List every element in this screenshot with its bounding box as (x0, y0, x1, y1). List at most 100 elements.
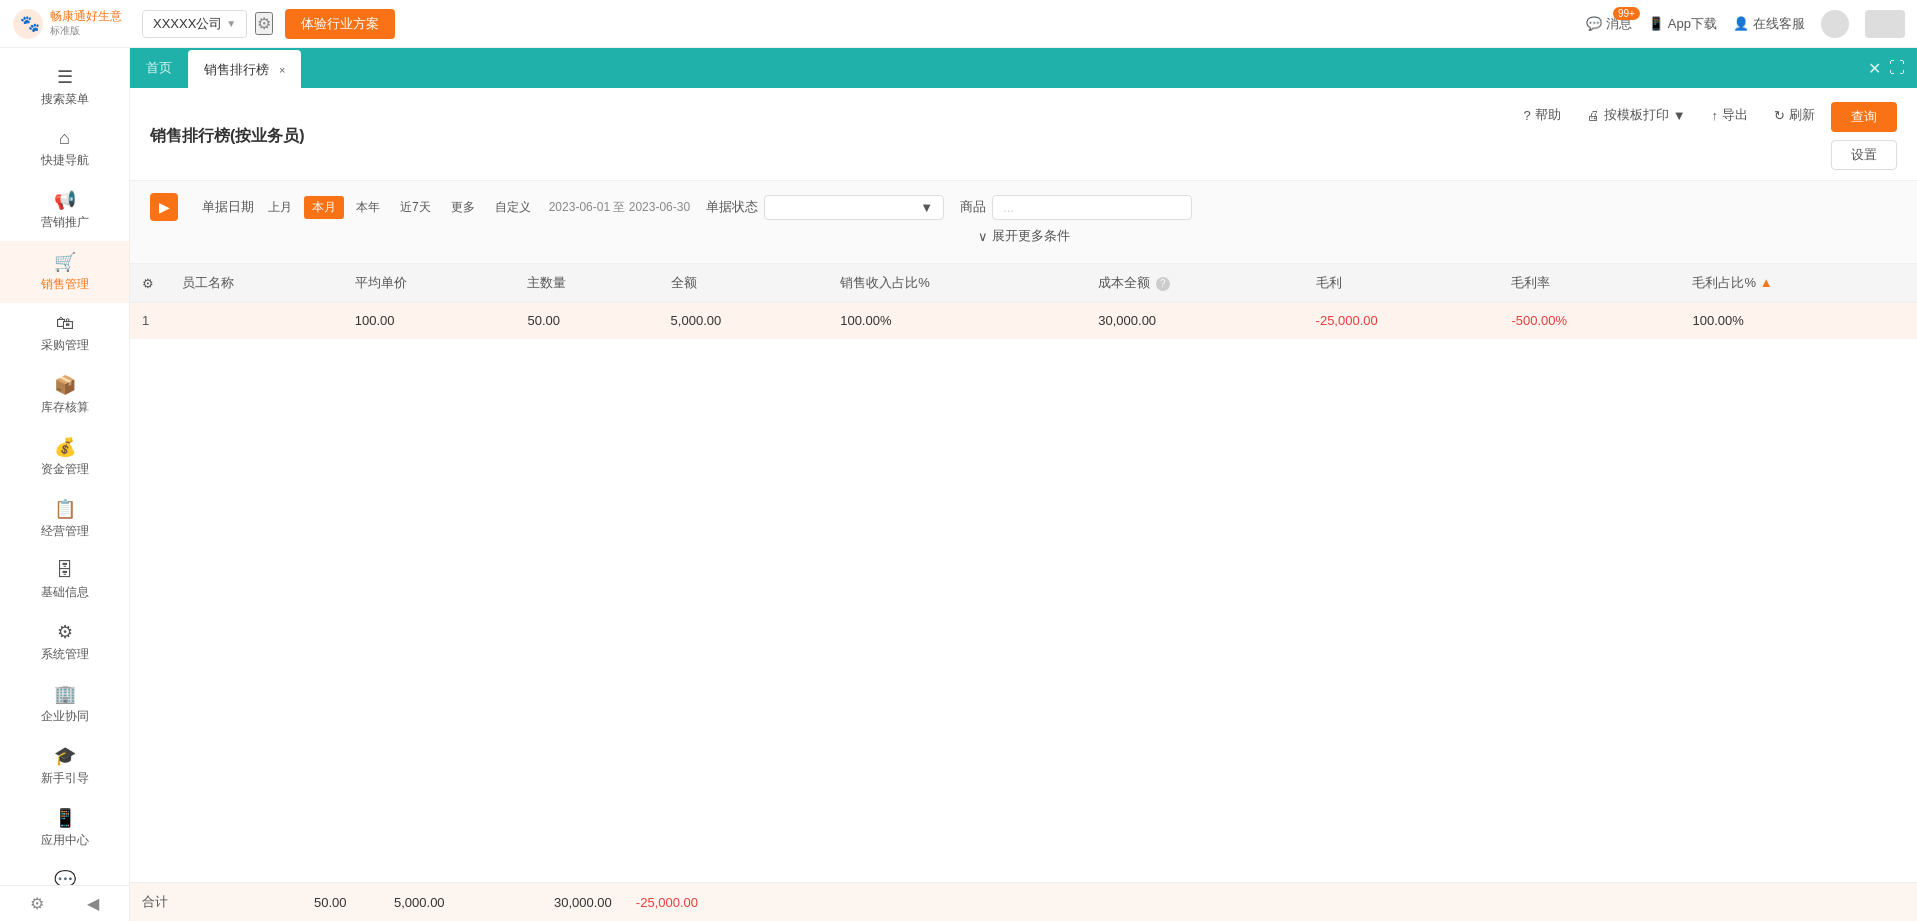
sidebar-label-purchase: 采购管理 (41, 337, 89, 354)
cell-rank: 1 (130, 303, 170, 339)
sidebar-item-marketing[interactable]: 📢 营销推广 (0, 179, 129, 241)
date-tab-last-7[interactable]: 近7天 (392, 196, 439, 219)
export-btn[interactable]: ↑ 导出 (1704, 102, 1757, 128)
sidebar-label-inventory: 库存核算 (41, 399, 89, 416)
sidebar-item-app-center[interactable]: 📱 应用中心 (0, 797, 129, 859)
status-filter: 单据状态 ▼ (706, 195, 944, 220)
sidebar-item-purchase[interactable]: 🛍 采购管理 (0, 303, 129, 364)
avatar[interactable] (1821, 10, 1849, 38)
data-table: ⚙ 员工名称 平均单价 主数量 (130, 264, 1917, 339)
expand-conditions-btn[interactable]: ∨ 展开更多条件 (978, 227, 1070, 245)
status-select[interactable]: ▼ (764, 195, 944, 220)
table-header-row: ⚙ 员工名称 平均单价 主数量 (130, 264, 1917, 303)
export-icon: ↑ (1712, 108, 1719, 123)
sidebar-footer: ⚙ ◀ (0, 885, 129, 921)
tab-close-all-btn[interactable]: ✕ (1868, 59, 1881, 78)
cell-avg-price: 100.00 (343, 303, 516, 339)
tab-home[interactable]: 首页 (130, 48, 188, 88)
col-gross-pct: 毛利占比% ▲ (1680, 264, 1917, 303)
date-label: 单据日期 (202, 198, 254, 216)
system-icon: ⚙ (57, 621, 73, 643)
goods-filter: 商品 ... (960, 195, 1192, 220)
cell-sales-pct: 100.00% (828, 303, 1086, 339)
logo-text: 畅康通好生意 (50, 9, 122, 25)
col-qty: 主数量 (515, 264, 658, 303)
expand-arrow-icon: ∨ (978, 229, 988, 244)
table-area: ⚙ 员工名称 平均单价 主数量 (130, 264, 1917, 882)
col-sales-pct: 销售收入占比% (828, 264, 1086, 303)
quick-nav-icon: ⌂ (59, 128, 70, 149)
column-settings-icon[interactable]: ⚙ (142, 276, 154, 291)
messages-btn[interactable]: 💬 消息 99+ (1586, 15, 1632, 33)
company-selector[interactable]: XXXXX公司 ▼ (142, 10, 247, 38)
date-tab-custom[interactable]: 自定义 (487, 196, 539, 219)
page-title: 销售排行榜(按业务员) (150, 126, 305, 147)
sidebar-item-quick-nav[interactable]: ⌂ 快捷导航 (0, 118, 129, 179)
cell-qty: 50.00 (515, 303, 658, 339)
user-name-area (1865, 10, 1905, 38)
sidebar-label-base-info: 基础信息 (41, 584, 89, 601)
cell-gross-pct: 100.00% (1680, 303, 1917, 339)
sidebar-collapse-btn[interactable]: ◀ (87, 894, 99, 913)
col-settings[interactable]: ⚙ (130, 264, 170, 303)
expand-btn-label: 展开更多条件 (992, 227, 1070, 245)
date-tab-last-month[interactable]: 上月 (260, 196, 300, 219)
page-content: 销售排行榜(按业务员) ? 帮助 🖨 按模板打印 ▼ (130, 88, 1917, 921)
sidebar-label-app-center: 应用中心 (41, 832, 89, 849)
sidebar-label-search-orders: 搜索菜单 (41, 91, 89, 108)
sidebar-item-guide[interactable]: 🎓 新手引导 (0, 735, 129, 797)
sidebar-label-operations: 经营管理 (41, 523, 89, 540)
sidebar-item-enterprise[interactable]: 🏢 企业协同 (0, 673, 129, 735)
company-settings-btn[interactable]: ⚙ (255, 12, 273, 35)
app-icon: 📱 (1648, 16, 1664, 31)
app-download-label: App下载 (1668, 15, 1717, 33)
sidebar-item-operations[interactable]: 📋 经营管理 (0, 488, 129, 550)
tab-bar: 首页 销售排行榜 × ✕ ⛶ (130, 48, 1917, 88)
sidebar-label-system: 系统管理 (41, 646, 89, 663)
company-name: XXXXX公司 (153, 15, 222, 33)
sidebar-item-search-orders[interactable]: ☰ 搜索菜单 (0, 56, 129, 118)
sidebar-label-marketing: 营销推广 (41, 214, 89, 231)
date-tab-this-year[interactable]: 本年 (348, 196, 388, 219)
app-download-btn[interactable]: 📱 App下载 (1648, 15, 1717, 33)
settings-btn[interactable]: 设置 (1831, 140, 1897, 170)
search-orders-icon: ☰ (57, 66, 73, 88)
messages-badge: 99+ (1613, 7, 1640, 20)
help-btn[interactable]: ? 帮助 (1515, 102, 1568, 128)
sidebar-item-sales[interactable]: 🛒 销售管理 (0, 241, 129, 303)
gross-pct-sort-icon[interactable]: ▲ (1760, 275, 1773, 290)
sidebar-item-system[interactable]: ⚙ 系统管理 (0, 611, 129, 673)
col-avg-price: 平均单价 (343, 264, 516, 303)
date-tab-more[interactable]: 更多 (443, 196, 483, 219)
online-support-btn[interactable]: 👤 在线客服 (1733, 15, 1805, 33)
sidebar-settings-btn[interactable]: ⚙ (30, 894, 44, 913)
tab-close-btn[interactable]: × (279, 64, 285, 76)
query-btn[interactable]: 查询 (1831, 102, 1897, 132)
cell-name (170, 303, 343, 339)
sidebar-item-finance[interactable]: 💰 资金管理 (0, 426, 129, 488)
toggle-arrow-btn[interactable]: ▶ (150, 193, 178, 221)
enterprise-icon: 🏢 (54, 683, 76, 705)
refresh-btn[interactable]: ↻ 刷新 (1766, 102, 1823, 128)
help-icon: ? (1523, 108, 1530, 123)
cost-help-icon[interactable]: ? (1156, 277, 1170, 291)
goods-placeholder: ... (1003, 200, 1014, 215)
col-gross: 毛利 (1304, 264, 1500, 303)
sidebar-item-base-info[interactable]: 🗄 基础信息 (0, 550, 129, 611)
print-dropdown-arrow: ▼ (1673, 108, 1686, 123)
tab-fullscreen-btn[interactable]: ⛶ (1889, 59, 1905, 77)
tab-sales-ranking[interactable]: 销售排行榜 × (188, 50, 301, 90)
sidebar-item-inventory[interactable]: 📦 库存核算 (0, 364, 129, 426)
trial-btn[interactable]: 体验行业方案 (285, 9, 395, 39)
sidebar-menu: ☰ 搜索菜单 ⌂ 快捷导航 📢 营销推广 🛒 销售管理 🛍 采购管理 (0, 48, 129, 885)
inventory-icon: 📦 (54, 374, 76, 396)
goods-input[interactable]: ... (992, 195, 1192, 220)
date-filter: 单据日期 上月 本月 本年 近7天 更多 自定义 2023-06-01 至 20… (202, 196, 690, 219)
footer-qty: 50.00 (302, 895, 382, 910)
date-tab-this-month[interactable]: 本月 (304, 196, 344, 219)
print-btn[interactable]: 🖨 按模板打印 ▼ (1579, 102, 1694, 128)
footer-gross: -25,000.00 (624, 895, 710, 910)
sidebar-label-sales: 销售管理 (41, 276, 89, 293)
guide-icon: 🎓 (54, 745, 76, 767)
sidebar-item-wechat[interactable]: 💬 企业微信 (0, 859, 129, 885)
